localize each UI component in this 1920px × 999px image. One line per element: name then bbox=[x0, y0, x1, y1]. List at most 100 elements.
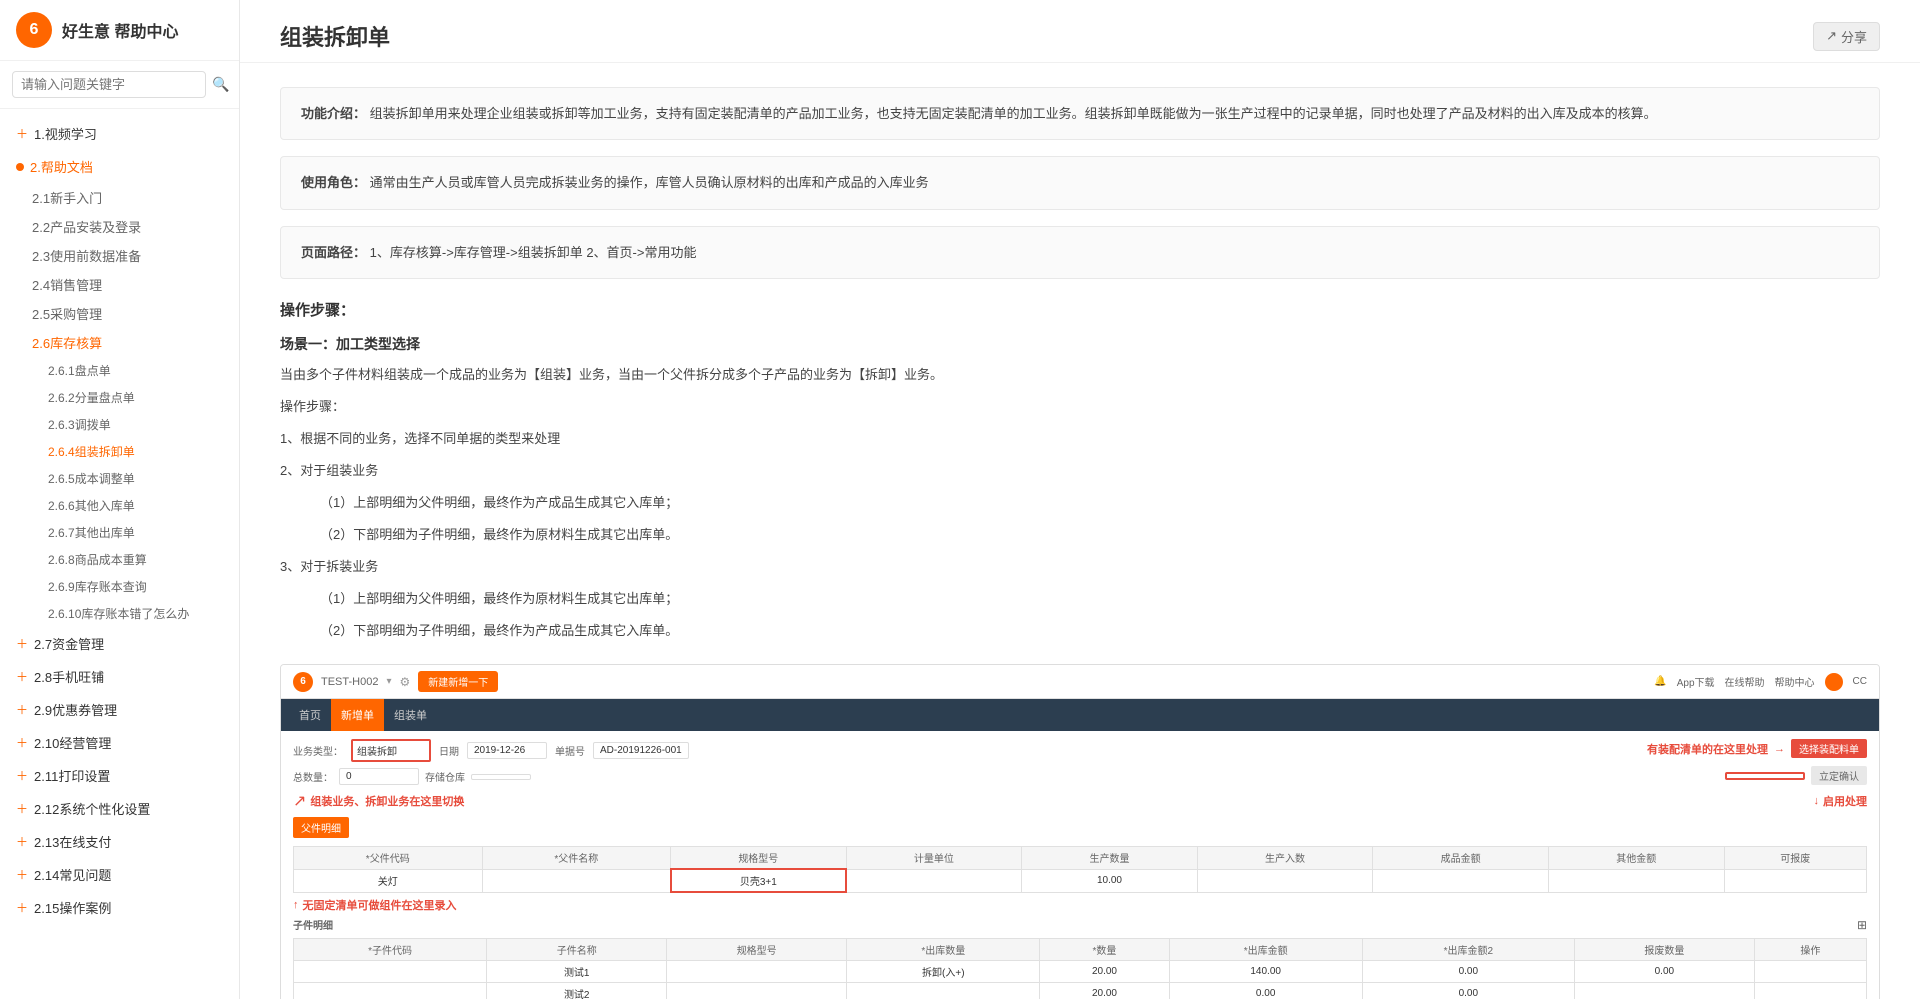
app-qty-label: 总数量： bbox=[293, 769, 333, 784]
share-label: 分享 bbox=[1841, 27, 1867, 46]
sidebar-item-stockcount[interactable]: 2.6.1盘点单 bbox=[0, 357, 239, 384]
parent-cell-other bbox=[1548, 869, 1724, 892]
app-select-bom-btn[interactable]: 选择装配料单 bbox=[1791, 739, 1867, 758]
table-row: 测试2 20.00 0.00 0.00 bbox=[294, 983, 1867, 999]
sidebar-item-label: 2.11打印设置 bbox=[34, 766, 110, 785]
sidebar-item-inventory[interactable]: 2.6库存核算 bbox=[0, 328, 239, 357]
sidebar-item-install[interactable]: 2.2产品安装及登录 bbox=[0, 212, 239, 241]
app-date-label: 日期 bbox=[439, 743, 459, 758]
sidebar-item-video[interactable]: ＋ 1.视频学习 bbox=[0, 117, 239, 150]
expand-icon8: ＋ bbox=[16, 833, 28, 850]
expand-icon5: ＋ bbox=[16, 734, 28, 751]
main-header: 组装拆卸单 ↗ 分享 bbox=[240, 0, 1920, 63]
app-confirm-btn[interactable]: 立定确认 bbox=[1811, 766, 1867, 785]
app-child-section-label: 子件明细 bbox=[293, 917, 333, 932]
app-parent-table: *父件代码 *父件名称 规格型号 计量单位 生产数量 生产入数 成品金额 其他金… bbox=[293, 846, 1867, 893]
sidebar-item-label: 2.15操作案例 bbox=[34, 898, 111, 917]
child-cell bbox=[1754, 961, 1866, 983]
steps-label: 操作步骤： bbox=[280, 394, 1880, 420]
role-text: 通常由生产人员或库管人员完成拆装业务的操作，库管人员确认原材料的出库和产成品的入… bbox=[370, 175, 929, 190]
sidebar-item-cost[interactable]: 2.6.5成本调整单 bbox=[0, 465, 239, 492]
app-screenshot-inner: 6 TEST-H002 ▾ ⚙ 新建新增一下 🔔 App下载 在线帮助 帮助中心… bbox=[281, 665, 1879, 999]
expand-icon7: ＋ bbox=[16, 800, 28, 817]
nav-list: ＋ 1.视频学习 2.帮助文档 2.1新手入门 2.2产品安装及登录 2.3使用… bbox=[0, 109, 239, 999]
child-col-outqty: *出库数量 bbox=[847, 939, 1040, 961]
sidebar: 6 好生意 帮助中心 🔍 ＋ 1.视频学习 2.帮助文档 2.1新手入门 2.2… bbox=[0, 0, 240, 999]
app-biz-type-label: 业务类型： bbox=[293, 743, 343, 758]
sidebar-item-label: 2.7资金管理 bbox=[34, 634, 104, 653]
step2-sub2: （2）下部明细为子件明细，最终作为原材料生成其它出库单。 bbox=[280, 522, 1880, 548]
sidebar-item-adjust[interactable]: 2.6.3调拨单 bbox=[0, 411, 239, 438]
expand-icon3: ＋ bbox=[16, 668, 28, 685]
search-input[interactable] bbox=[12, 71, 206, 98]
child-col-name: 子件名称 bbox=[487, 939, 667, 961]
annotation1-arrow: → bbox=[1774, 743, 1785, 755]
sidebar-item-label: 2.13在线支付 bbox=[34, 832, 111, 851]
sidebar-item-docs[interactable]: 2.帮助文档 bbox=[0, 150, 239, 183]
app-docno-label: 单据号 bbox=[555, 743, 585, 758]
app-nav-new[interactable]: 新增单 bbox=[331, 699, 384, 731]
search-box: 🔍 bbox=[0, 61, 239, 109]
share-button[interactable]: ↗ 分享 bbox=[1813, 22, 1880, 51]
sidebar-item-cases[interactable]: ＋ 2.15操作案例 bbox=[0, 891, 239, 924]
sidebar-item-other-in[interactable]: 2.6.6其他入库单 bbox=[0, 492, 239, 519]
sidebar-item-label: 2.10经营管理 bbox=[34, 733, 111, 752]
app-avatar bbox=[1825, 673, 1843, 691]
app-dropdown-icon: ▾ bbox=[386, 676, 391, 687]
parent-col-waste: 可报废 bbox=[1724, 847, 1867, 870]
child-col-waste: 报废数量 bbox=[1574, 939, 1754, 961]
sidebar-item-other-out[interactable]: 2.6.7其他出库单 bbox=[0, 519, 239, 546]
app-topbar-right: 🔔 App下载 在线帮助 帮助中心 CC bbox=[1654, 673, 1867, 691]
sidebar-item-assemble[interactable]: 2.6.4组装拆卸单 bbox=[0, 438, 239, 465]
app-help-label: 在线帮助 bbox=[1725, 674, 1765, 689]
sidebar-item-operate[interactable]: ＋ 2.10经营管理 bbox=[0, 726, 239, 759]
child-cell bbox=[1574, 983, 1754, 999]
sidebar-item-system[interactable]: ＋ 2.12系统个性化设置 bbox=[0, 792, 239, 825]
child-cell bbox=[667, 961, 847, 983]
app-unit-label: 存储仓库 bbox=[425, 769, 465, 784]
child-cell bbox=[1754, 983, 1866, 999]
sidebar-item-mobile[interactable]: ＋ 2.8手机旺铺 bbox=[0, 660, 239, 693]
app-logo-sm: 6 bbox=[293, 672, 313, 692]
search-icon[interactable]: 🔍 bbox=[212, 76, 229, 93]
child-cell bbox=[294, 983, 487, 999]
table-row: 测试1 拆卸(入+) 20.00 140.00 0.00 0.00 bbox=[294, 961, 1867, 983]
step2-sub1: （1）上部明细为父件明细，最终作为产成品生成其它入库单； bbox=[280, 490, 1880, 516]
sidebar-item-finance[interactable]: ＋ 2.7资金管理 bbox=[0, 627, 239, 660]
app-screenshot: 6 TEST-H002 ▾ ⚙ 新建新增一下 🔔 App下载 在线帮助 帮助中心… bbox=[280, 664, 1880, 999]
app-unit-value bbox=[471, 774, 531, 780]
page-title: 组装拆卸单 bbox=[280, 20, 390, 52]
app-nav-home[interactable]: 首页 bbox=[289, 699, 331, 731]
expand-icon10: ＋ bbox=[16, 899, 28, 916]
child-cell: 拆卸(入+) bbox=[847, 961, 1040, 983]
scene1-desc: 当由多个子件材料组装成一个成品的业务为【组装】业务，当由一个父件拆分成多个子产品… bbox=[280, 362, 1880, 388]
app-create-btn[interactable]: 新建新增一下 bbox=[418, 671, 498, 692]
sidebar-item-new[interactable]: 2.1新手入门 bbox=[0, 183, 239, 212]
app-nav-assemble[interactable]: 组装单 bbox=[384, 699, 437, 731]
sidebar-item-cost-calc[interactable]: 2.6.8商品成本重算 bbox=[0, 546, 239, 573]
app-qty-value: 0 bbox=[339, 768, 419, 785]
active-dot bbox=[16, 163, 24, 171]
content-body: 功能介绍： 组装拆卸单用来处理企业组装或拆卸等加工业务，支持有固定装配清单的产品… bbox=[240, 63, 1920, 999]
parent-cell-name bbox=[482, 869, 671, 892]
expand-icon: ＋ bbox=[16, 125, 28, 142]
annotation2-arrow: ↗ bbox=[293, 791, 306, 811]
parent-col-code: *父件代码 bbox=[294, 847, 483, 870]
sidebar-item-sales[interactable]: 2.4销售管理 bbox=[0, 270, 239, 299]
sidebar-item-faq[interactable]: ＋ 2.14常见问题 bbox=[0, 858, 239, 891]
role-block: 使用角色： 通常由生产人员或库管人员完成拆装业务的操作，库管人员确认原材料的出库… bbox=[280, 156, 1880, 209]
child-cell: 0.00 bbox=[1362, 961, 1574, 983]
sidebar-item-stocksplit[interactable]: 2.6.2分量盘点单 bbox=[0, 384, 239, 411]
func-intro-block: 功能介绍： 组装拆卸单用来处理企业组装或拆卸等加工业务，支持有固定装配清单的产品… bbox=[280, 87, 1880, 140]
sidebar-item-data[interactable]: 2.3使用前数据准备 bbox=[0, 241, 239, 270]
annotation4-arrow: ↑ bbox=[293, 899, 299, 911]
sidebar-item-coupon[interactable]: ＋ 2.9优惠券管理 bbox=[0, 693, 239, 726]
sidebar-item-stock-check[interactable]: 2.6.9库存账本查询 bbox=[0, 573, 239, 600]
step1: 1、根据不同的业务，选择不同单据的类型来处理 bbox=[280, 426, 1880, 452]
app-settings-icon: ⚙ bbox=[400, 675, 411, 689]
sidebar-item-print[interactable]: ＋ 2.11打印设置 bbox=[0, 759, 239, 792]
sidebar-item-label: 1.视频学习 bbox=[34, 124, 97, 143]
sidebar-item-stock-err[interactable]: 2.6.10库存账本错了怎么办 bbox=[0, 600, 239, 627]
sidebar-item-payment[interactable]: ＋ 2.13在线支付 bbox=[0, 825, 239, 858]
sidebar-item-purchase[interactable]: 2.5采购管理 bbox=[0, 299, 239, 328]
